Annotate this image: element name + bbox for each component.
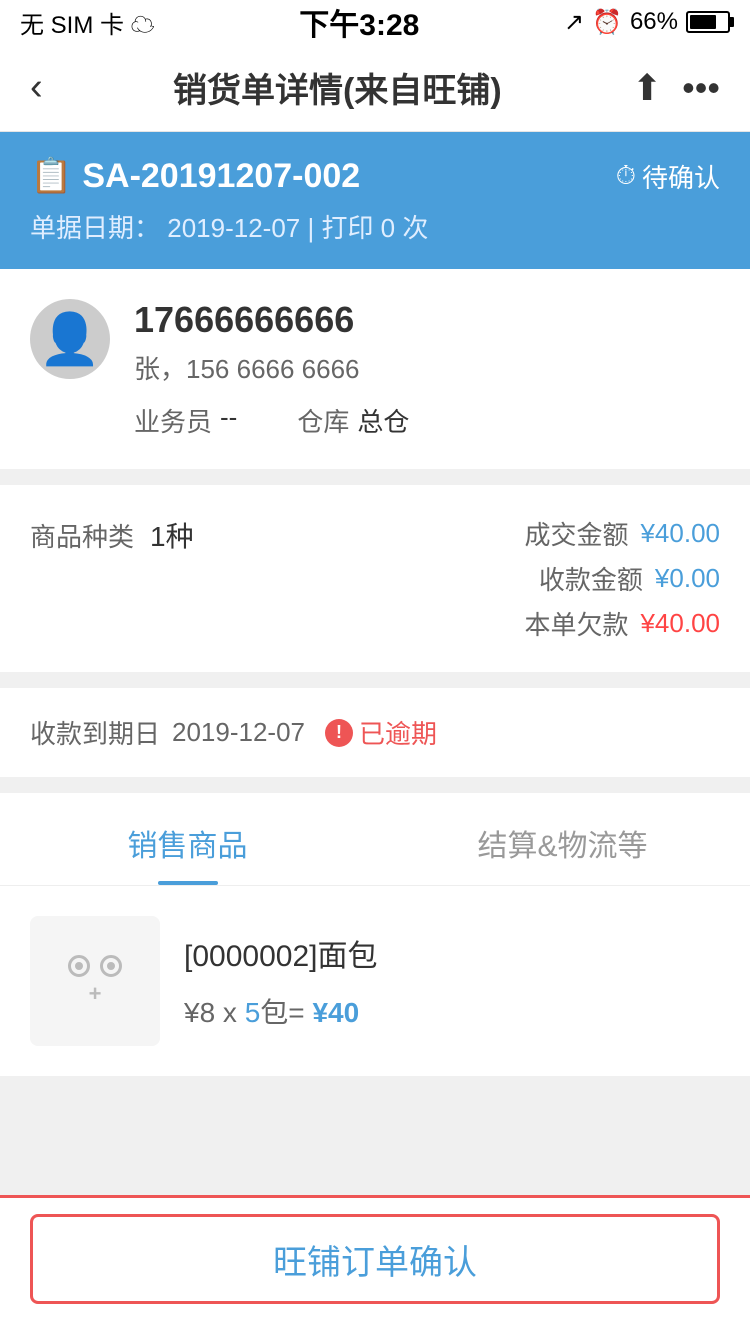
bottom-bar: 旺铺订单确认: [0, 1195, 750, 1334]
product-thumbnail: +: [30, 916, 160, 1046]
order-id-text: SA-20191207-002: [82, 157, 360, 196]
overdue-icon: !: [325, 719, 353, 747]
unit-label: 包: [260, 997, 288, 1028]
tab-products[interactable]: 销售商品: [0, 793, 375, 885]
price-label: ¥8 x: [184, 997, 245, 1028]
avatar: 👤: [30, 299, 110, 379]
page-title: 销货单详情(来自旺铺): [173, 63, 502, 112]
product-type-value: 1种: [150, 515, 194, 555]
owl-plus: +: [89, 981, 102, 1007]
qty-value: 5: [245, 997, 261, 1028]
date-value: 2019-12-07: [167, 213, 300, 243]
warehouse-meta: 仓库 总仓: [297, 402, 409, 439]
due-date: 2019-12-07: [172, 717, 305, 748]
total-value: ¥40: [312, 997, 359, 1028]
product-price: ¥8 x 5包= ¥40: [184, 991, 720, 1031]
nav-bar: ‹ 销货单详情(来自旺铺) ⬆ •••: [0, 44, 750, 132]
order-banner-top: 📋 SA-20191207-002 ⏱ 待确认: [30, 156, 720, 196]
confirm-button[interactable]: 旺铺订单确认: [30, 1214, 720, 1304]
owl-eye-left: [68, 955, 90, 977]
sim-label: 无 SIM 卡 ☁: [20, 5, 155, 40]
tabs-section: 销售商品 结算&物流等 + [0000002]面包 ¥8 x 5包= ¥40: [0, 793, 750, 1076]
customer-name: 张，156 6666 6666: [134, 349, 720, 386]
amount-name-1: 收款金额: [539, 560, 643, 597]
thumb-inner: +: [68, 955, 122, 1007]
sales-label: 业务员: [134, 402, 212, 439]
product-code: [0000002]: [184, 940, 317, 973]
amount-row-1: 收款金额 ¥0.00: [539, 560, 720, 597]
amount-row-2: 本单欠款 ¥40.00: [524, 605, 720, 642]
tabs-bar: 销售商品 结算&物流等: [0, 793, 750, 886]
summary-section: 商品种类 1种 成交金额 ¥40.00 收款金额 ¥0.00 本单欠款 ¥40.…: [0, 485, 750, 672]
battery-label: 66%: [630, 8, 678, 36]
order-id: 📋 SA-20191207-002: [30, 156, 360, 196]
product-type-label: 商品种类: [30, 517, 134, 554]
order-meta: 单据日期： 2019-12-07 | 打印 0 次: [30, 208, 720, 245]
status-time: 下午3:28: [299, 0, 419, 44]
status-left: 无 SIM 卡 ☁: [20, 5, 155, 40]
product-info: [0000002]面包 ¥8 x 5包= ¥40: [184, 931, 720, 1031]
customer-section: 👤 17666666666 张，156 6666 6666 业务员 -- 仓库 …: [0, 269, 750, 469]
alarm-icon: ⏰: [592, 8, 622, 37]
avatar-icon: 👤: [39, 310, 101, 369]
summary-left: 商品种类 1种: [30, 515, 194, 555]
order-status: ⏱ 待确认: [616, 158, 720, 195]
overdue-label: 已逾期: [359, 714, 437, 751]
nav-actions: ⬆ •••: [632, 67, 720, 109]
amount-name-2: 本单欠款: [524, 605, 628, 642]
due-label: 收款到期日: [30, 714, 160, 751]
share-icon[interactable]: ⬆: [632, 67, 662, 109]
product-name: [0000002]面包: [184, 931, 720, 975]
summary-grid: 商品种类 1种 成交金额 ¥40.00 收款金额 ¥0.00 本单欠款 ¥40.…: [30, 515, 720, 642]
equals-label: =: [288, 997, 312, 1028]
summary-right: 成交金额 ¥40.00 收款金额 ¥0.00 本单欠款 ¥40.00: [524, 515, 720, 642]
invoice-icon: 📋: [30, 156, 72, 196]
amount-name-0: 成交金额: [524, 515, 628, 552]
product-name-text: 面包: [317, 940, 377, 973]
tab-settlement[interactable]: 结算&物流等: [375, 793, 750, 885]
location-icon: ↗: [564, 8, 584, 37]
more-icon[interactable]: •••: [682, 67, 720, 109]
sales-value: --: [220, 402, 237, 439]
status-bar: 无 SIM 卡 ☁ 下午3:28 ↗ ⏰ 66%: [0, 0, 750, 44]
amount-row-0: 成交金额 ¥40.00: [524, 515, 720, 552]
amount-val-0: ¥40.00: [640, 518, 720, 549]
status-label: 待确认: [642, 158, 720, 195]
sales-meta: 业务员 --: [134, 402, 237, 439]
amount-val-2: ¥40.00: [640, 608, 720, 639]
order-banner: 📋 SA-20191207-002 ⏱ 待确认 单据日期： 2019-12-07…: [0, 132, 750, 269]
clock-icon: ⏱: [616, 160, 636, 192]
back-button[interactable]: ‹: [30, 66, 43, 109]
customer-phone: 17666666666: [134, 299, 720, 341]
warehouse-label: 仓库: [297, 402, 349, 439]
warehouse-value: 总仓: [357, 402, 409, 439]
product-item: + [0000002]面包 ¥8 x 5包= ¥40: [0, 886, 750, 1076]
customer-info: 17666666666 张，156 6666 6666 业务员 -- 仓库 总仓: [134, 299, 720, 439]
print-label: | 打印 0 次: [307, 213, 428, 243]
status-right: ↗ ⏰ 66%: [564, 8, 730, 37]
due-section: 收款到期日 2019-12-07 ! 已逾期: [0, 688, 750, 777]
customer-meta: 业务员 -- 仓库 总仓: [134, 402, 720, 439]
overdue-badge: ! 已逾期: [325, 714, 437, 751]
battery-icon: [686, 11, 730, 33]
owl-eyes: [68, 955, 122, 977]
date-label: 单据日期：: [30, 213, 160, 243]
amount-val-1: ¥0.00: [655, 563, 720, 594]
owl-eye-right: [100, 955, 122, 977]
